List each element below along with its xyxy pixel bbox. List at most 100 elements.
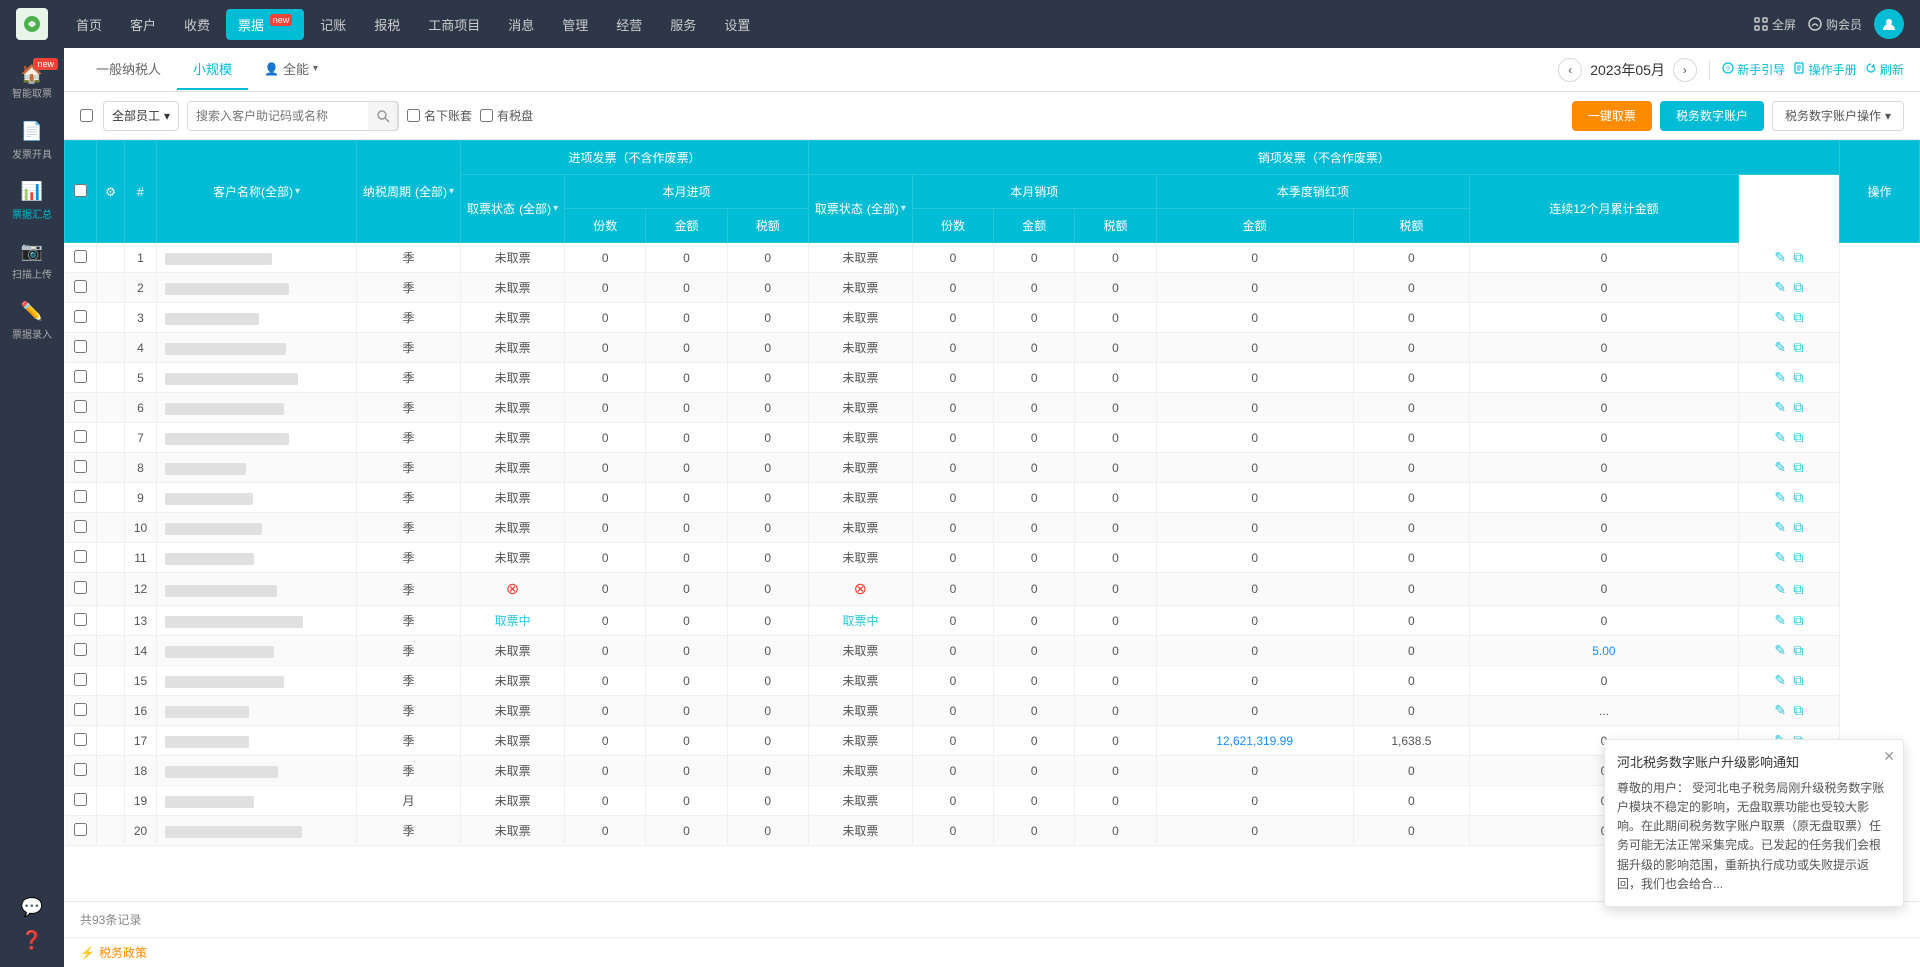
row-checkbox[interactable] bbox=[74, 793, 87, 806]
quick-ticket-button[interactable]: 一键取票 bbox=[1572, 101, 1652, 131]
tab-omnipotent[interactable]: 👤 全能 ▾ bbox=[248, 49, 334, 90]
row-checkbox[interactable] bbox=[74, 310, 87, 323]
row-checkbox[interactable] bbox=[74, 280, 87, 293]
copy-icon[interactable]: ⧉ bbox=[1793, 581, 1803, 597]
nav-tax[interactable]: 报税 bbox=[362, 9, 412, 40]
nav-business[interactable]: 工商项目 bbox=[416, 9, 492, 40]
copy-icon[interactable]: ⧉ bbox=[1793, 612, 1803, 628]
row-checkbox[interactable] bbox=[74, 340, 87, 353]
client-filter-icon[interactable]: ▾ bbox=[295, 186, 300, 197]
row-checkbox[interactable] bbox=[74, 643, 87, 656]
nav-operation[interactable]: 经营 bbox=[604, 9, 654, 40]
edit-icon[interactable]: ✎ bbox=[1774, 249, 1786, 265]
row-checkbox[interactable] bbox=[74, 581, 87, 594]
next-month-btn[interactable]: › bbox=[1673, 58, 1697, 82]
tab-general-taxpayer[interactable]: 一般纳税人 bbox=[80, 49, 177, 90]
row-checkbox[interactable] bbox=[74, 673, 87, 686]
edit-icon[interactable]: ✎ bbox=[1774, 519, 1786, 535]
tax-disk-checkbox[interactable]: 有税盘 bbox=[480, 107, 533, 124]
edit-icon[interactable]: ✎ bbox=[1774, 399, 1786, 415]
copy-icon[interactable]: ⧉ bbox=[1793, 249, 1803, 265]
edit-icon[interactable]: ✎ bbox=[1774, 642, 1786, 658]
nav-message[interactable]: 消息 bbox=[496, 9, 546, 40]
row-checkbox[interactable] bbox=[74, 763, 87, 776]
error-status-icon: ⊗ bbox=[506, 581, 519, 598]
nav-service[interactable]: 服务 bbox=[658, 9, 708, 40]
nav-billing[interactable]: 收费 bbox=[172, 9, 222, 40]
sidebar-item-scan[interactable]: 📷 扫描上传 bbox=[4, 233, 60, 289]
employee-select[interactable]: 全部员工 ▾ bbox=[103, 101, 179, 131]
row-checkbox[interactable] bbox=[74, 823, 87, 836]
settings-icon[interactable]: ⚙ bbox=[105, 185, 116, 199]
copy-icon[interactable]: ⧉ bbox=[1793, 309, 1803, 325]
edit-icon[interactable]: ✎ bbox=[1774, 309, 1786, 325]
member-btn[interactable]: 购会员 bbox=[1808, 16, 1862, 33]
edit-icon[interactable]: ✎ bbox=[1774, 549, 1786, 565]
nav-settings[interactable]: 设置 bbox=[712, 9, 762, 40]
copy-icon[interactable]: ⧉ bbox=[1793, 399, 1803, 415]
sidebar-item-entry[interactable]: ✏️ 票据录入 bbox=[4, 293, 60, 349]
copy-icon[interactable]: ⧉ bbox=[1793, 459, 1803, 475]
in-status-filter[interactable]: ▾ bbox=[553, 203, 558, 214]
edit-icon[interactable]: ✎ bbox=[1774, 672, 1786, 688]
edit-icon[interactable]: ✎ bbox=[1774, 702, 1786, 718]
fullscreen-btn[interactable]: 全屏 bbox=[1754, 16, 1796, 33]
edit-icon[interactable]: ✎ bbox=[1774, 489, 1786, 505]
select-all-checkbox[interactable] bbox=[80, 109, 93, 122]
sidebar-item-summary[interactable]: 📊 票据汇总 bbox=[4, 173, 60, 229]
row-checkbox[interactable] bbox=[74, 550, 87, 563]
copy-icon[interactable]: ⧉ bbox=[1793, 672, 1803, 688]
manual-link[interactable]: 操作手册 bbox=[1793, 61, 1856, 78]
edit-icon[interactable]: ✎ bbox=[1774, 429, 1786, 445]
refresh-link[interactable]: 刷新 bbox=[1865, 61, 1904, 78]
edit-icon[interactable]: ✎ bbox=[1774, 581, 1786, 597]
copy-icon[interactable]: ⧉ bbox=[1793, 429, 1803, 445]
copy-icon[interactable]: ⧉ bbox=[1793, 279, 1803, 295]
edit-icon[interactable]: ✎ bbox=[1774, 279, 1786, 295]
copy-icon[interactable]: ⧉ bbox=[1793, 549, 1803, 565]
copy-icon[interactable]: ⧉ bbox=[1793, 339, 1803, 355]
row-checkbox[interactable] bbox=[74, 460, 87, 473]
prev-month-btn[interactable]: ‹ bbox=[1558, 58, 1582, 82]
edit-icon[interactable]: ✎ bbox=[1774, 612, 1786, 628]
copy-icon[interactable]: ⧉ bbox=[1793, 702, 1803, 718]
edit-icon[interactable]: ✎ bbox=[1774, 459, 1786, 475]
edit-icon[interactable]: ✎ bbox=[1774, 369, 1786, 385]
row-checkbox[interactable] bbox=[74, 490, 87, 503]
subordinate-accounts-checkbox[interactable]: 名下账套 bbox=[407, 107, 472, 124]
row-checkbox[interactable] bbox=[74, 370, 87, 383]
search-input[interactable] bbox=[188, 102, 368, 130]
nav-home[interactable]: 首页 bbox=[64, 9, 114, 40]
sidebar-item-open-invoice[interactable]: 📄 发票开具 bbox=[4, 113, 60, 169]
header-select-all[interactable] bbox=[74, 184, 87, 197]
row-checkbox[interactable] bbox=[74, 250, 87, 263]
copy-icon[interactable]: ⧉ bbox=[1793, 519, 1803, 535]
popup-close-btn[interactable]: ✕ bbox=[1883, 748, 1895, 765]
copy-icon[interactable]: ⧉ bbox=[1793, 369, 1803, 385]
row-checkbox[interactable] bbox=[74, 733, 87, 746]
period-filter-icon[interactable]: ▾ bbox=[449, 186, 454, 197]
new-guide-link[interactable]: ? 新手引导 bbox=[1722, 61, 1785, 78]
user-avatar[interactable] bbox=[1874, 9, 1904, 39]
digital-account-button[interactable]: 税务数字账户 bbox=[1660, 101, 1764, 131]
help-icon[interactable]: ❓ bbox=[21, 930, 43, 951]
row-checkbox[interactable] bbox=[74, 703, 87, 716]
digital-ops-button[interactable]: 税务数字账户操作 ▾ bbox=[1772, 101, 1904, 131]
nav-invoice[interactable]: 票据 new bbox=[226, 9, 304, 40]
row-checkbox[interactable] bbox=[74, 613, 87, 626]
copy-icon[interactable]: ⧉ bbox=[1793, 489, 1803, 505]
nav-accounting[interactable]: 记账 bbox=[308, 9, 358, 40]
tab-small-scale[interactable]: 小规模 bbox=[177, 49, 248, 90]
cell-settings bbox=[97, 483, 125, 513]
row-checkbox[interactable] bbox=[74, 400, 87, 413]
chat-icon[interactable]: 💬 bbox=[21, 897, 43, 918]
nav-manage[interactable]: 管理 bbox=[550, 9, 600, 40]
search-button[interactable] bbox=[368, 101, 398, 131]
copy-icon[interactable]: ⧉ bbox=[1793, 642, 1803, 658]
edit-icon[interactable]: ✎ bbox=[1774, 339, 1786, 355]
row-checkbox[interactable] bbox=[74, 520, 87, 533]
tax-policy-bar[interactable]: ⚡ 税务政策 bbox=[64, 937, 1920, 967]
out-status-filter[interactable]: ▾ bbox=[901, 203, 906, 214]
row-checkbox[interactable] bbox=[74, 430, 87, 443]
nav-client[interactable]: 客户 bbox=[118, 9, 168, 40]
